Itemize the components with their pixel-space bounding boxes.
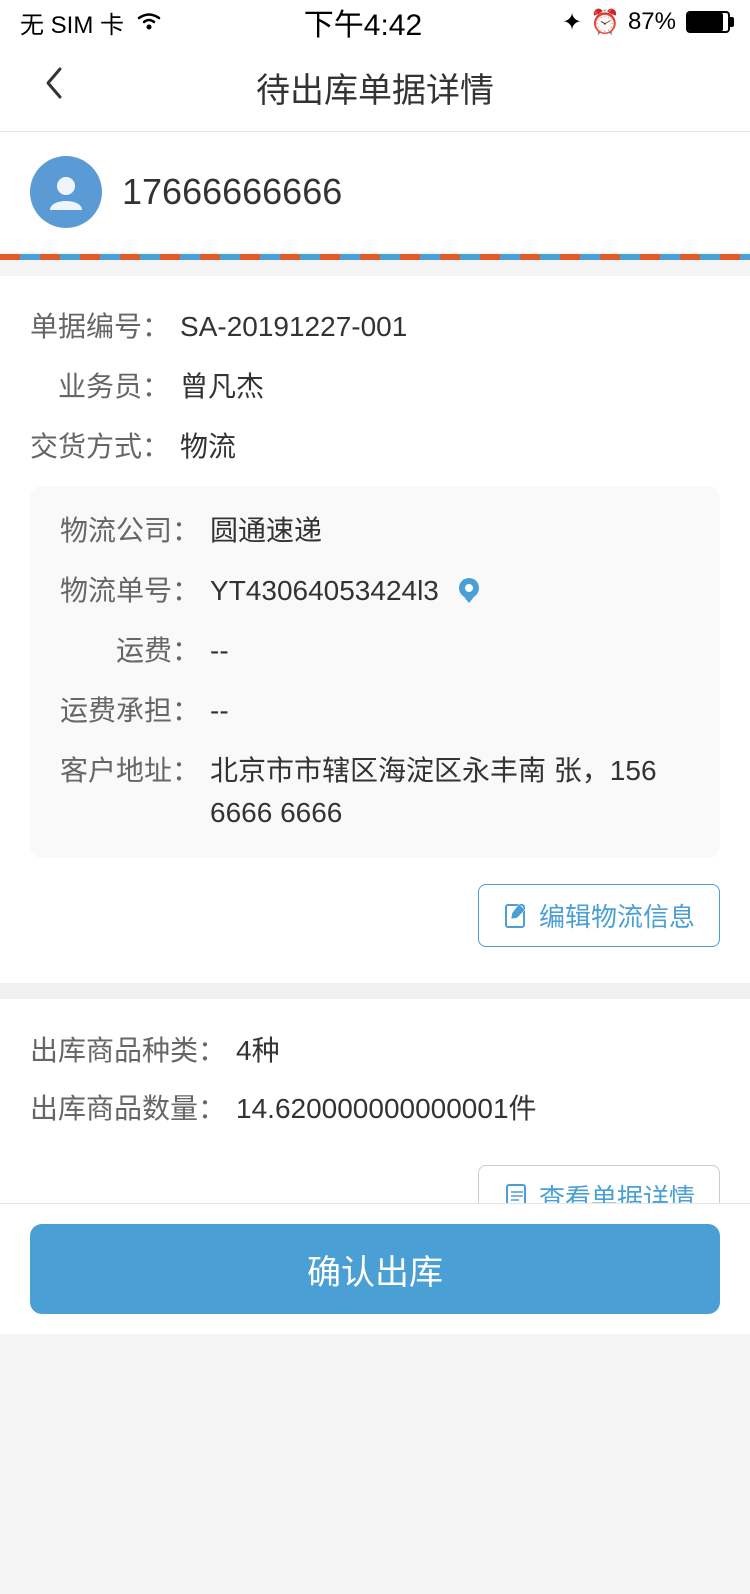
order-no-row: 单据编号： SA-20191227-001	[30, 306, 720, 348]
address-row: 客户地址： 北京市市辖区海淀区永丰南 张，156 6666 6666	[60, 750, 690, 834]
alarm-icon: ⏰	[590, 8, 620, 37]
dashed-separator	[0, 254, 750, 260]
edit-icon	[503, 902, 531, 930]
customer-phone: 17666666666	[122, 171, 342, 213]
goods-quantity-row: 出库商品数量： 14.620000000000001件	[30, 1087, 720, 1127]
goods-types-value: 4种	[236, 1029, 280, 1069]
delivery-label: 交货方式：	[30, 426, 170, 468]
map-pin-icon[interactable]	[451, 573, 487, 609]
delivery-row: 交货方式： 物流	[30, 426, 720, 468]
section-divider	[0, 983, 750, 999]
freight-label: 运费：	[60, 630, 200, 672]
nav-bar: 待出库单据详情	[0, 44, 750, 132]
confirm-label: 确认出库	[307, 1245, 443, 1294]
tracking-value: YT43064053424l3	[210, 570, 439, 612]
freight-bear-value: --	[210, 690, 690, 732]
goods-quantity-label: 出库商品数量：	[30, 1087, 226, 1127]
customer-header: 17666666666	[0, 132, 750, 252]
order-no-label: 单据编号：	[30, 306, 170, 348]
salesman-row: 业务员： 曾凡杰	[30, 366, 720, 408]
edit-logistics-button[interactable]: 编辑物流信息	[478, 884, 720, 947]
logistics-company-row: 物流公司： 圆通速递	[60, 510, 690, 552]
order-no-value: SA-20191227-001	[180, 306, 720, 348]
tracking-value-container: YT43064053424l3	[210, 570, 690, 612]
status-right: ✦ ⏰ 87%	[562, 8, 730, 37]
freight-bear-label: 运费承担：	[60, 690, 200, 732]
battery-icon	[686, 11, 730, 33]
salesman-label: 业务员：	[30, 366, 170, 408]
tracking-row: 物流单号： YT43064053424l3	[60, 570, 690, 612]
delivery-value: 物流	[180, 426, 720, 468]
edit-logistics-container: 编辑物流信息	[30, 874, 720, 953]
confirm-button[interactable]: 确认出库	[30, 1224, 720, 1314]
status-time: 下午4:42	[304, 0, 422, 44]
avatar	[30, 156, 102, 228]
freight-bear-row: 运费承担： --	[60, 690, 690, 732]
logistics-company-label: 物流公司：	[60, 510, 200, 552]
edit-logistics-label: 编辑物流信息	[539, 897, 695, 934]
logistics-company-value: 圆通速递	[210, 510, 690, 552]
wifi-icon	[134, 8, 164, 36]
salesman-value: 曾凡杰	[180, 366, 720, 408]
address-value: 北京市市辖区海淀区永丰南 张，156 6666 6666	[210, 750, 690, 834]
address-label: 客户地址：	[60, 750, 200, 792]
location-status-icon: ✦	[562, 8, 582, 37]
page-title: 待出库单据详情	[256, 63, 494, 112]
basic-info-section: 单据编号： SA-20191227-001 业务员： 曾凡杰 交货方式： 物流 …	[0, 276, 750, 983]
status-left: 无 SIM 卡	[20, 5, 164, 40]
battery-percentage: 87%	[628, 8, 676, 36]
status-bar: 无 SIM 卡 下午4:42 ✦ ⏰ 87%	[0, 0, 750, 44]
confirm-btn-bar: 确认出库	[0, 1203, 750, 1334]
freight-row: 运费： --	[60, 630, 690, 672]
goods-quantity-value: 14.620000000000001件	[236, 1087, 537, 1127]
logistics-card: 物流公司： 圆通速递 物流单号： YT43064053424l3 运费： --	[30, 486, 720, 858]
back-button[interactable]	[30, 51, 78, 124]
tracking-label: 物流单号：	[60, 570, 200, 612]
goods-types-label: 出库商品种类：	[30, 1029, 226, 1069]
freight-value: --	[210, 630, 690, 672]
goods-types-row: 出库商品种类： 4种	[30, 1029, 720, 1069]
carrier-label: 无 SIM 卡	[20, 5, 124, 40]
